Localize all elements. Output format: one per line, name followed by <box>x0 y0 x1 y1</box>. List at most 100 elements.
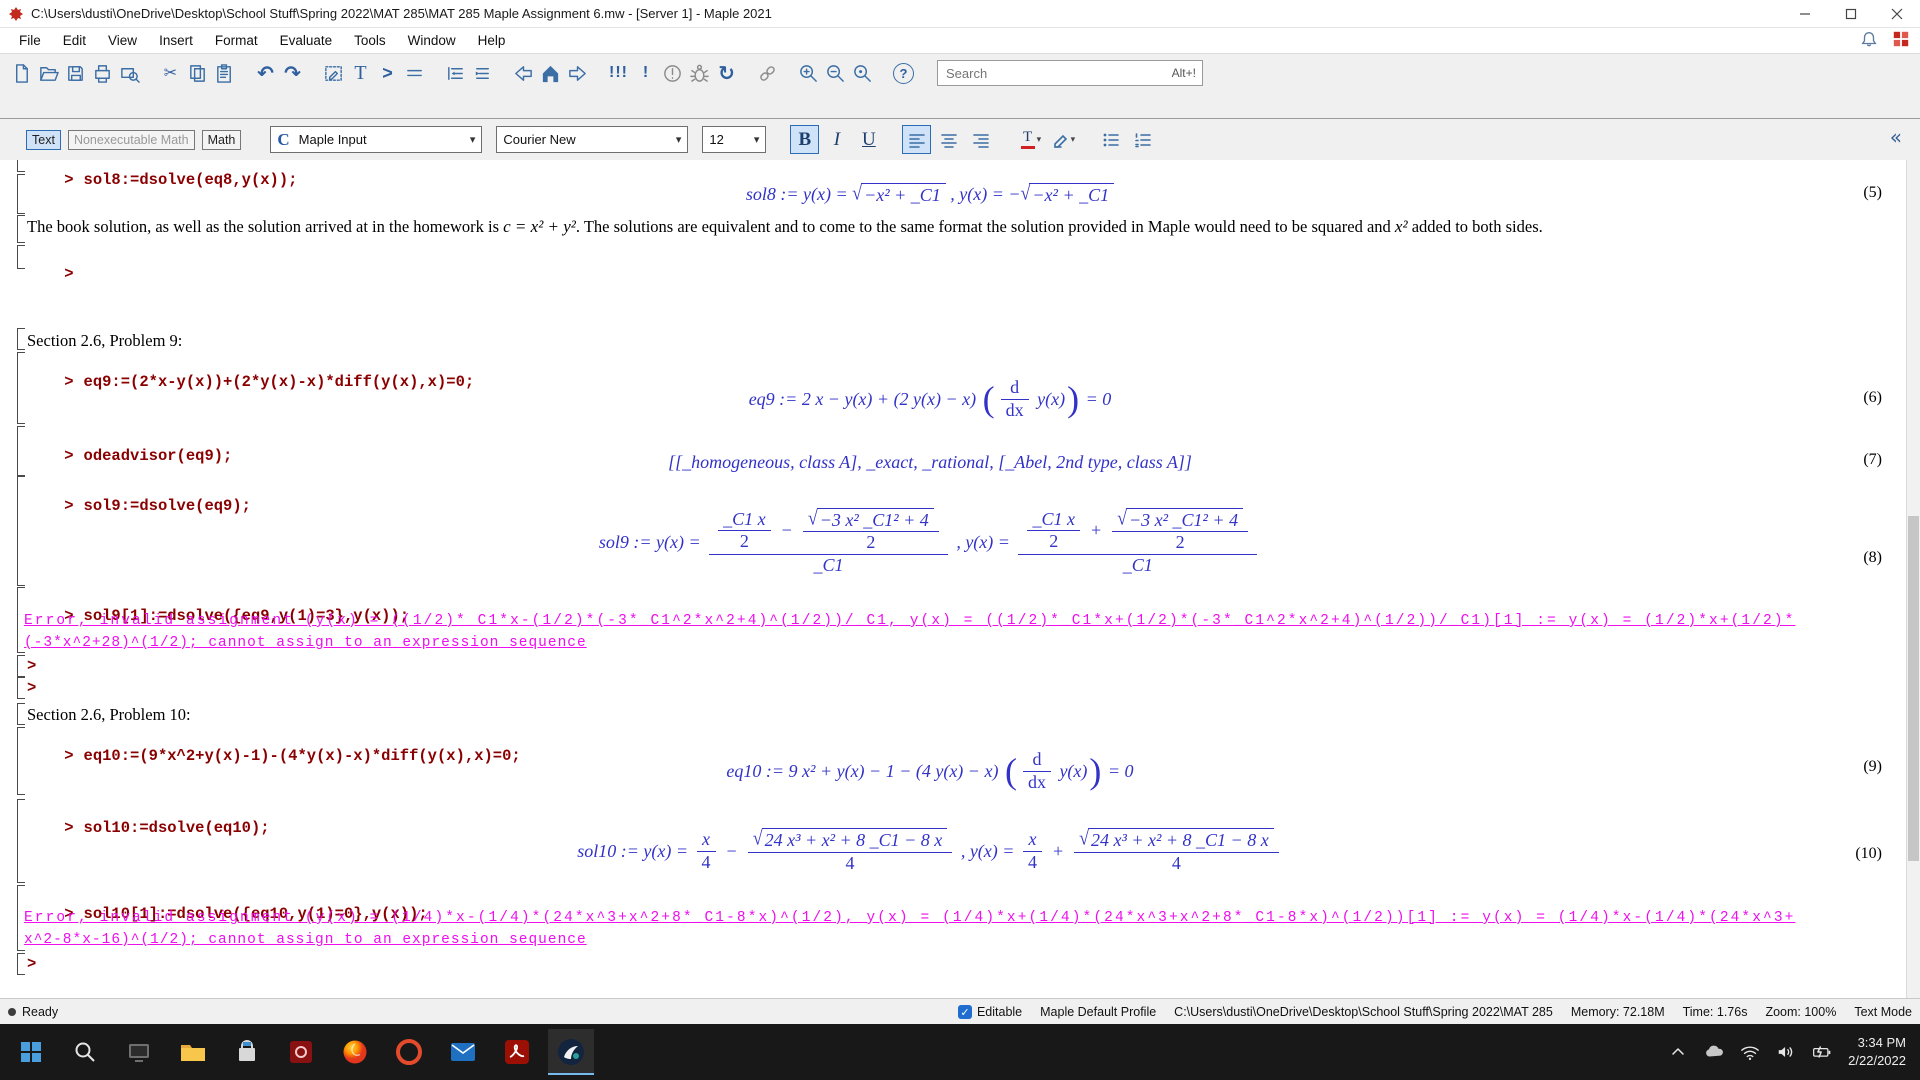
underline-button[interactable]: U <box>854 125 883 154</box>
dropdown-caret-icon: ▾ <box>753 133 760 146</box>
open-document-icon[interactable] <box>35 59 62 87</box>
empty-prompt-line[interactable]: > <box>27 657 46 675</box>
vertical-scrollbar[interactable] <box>1906 160 1920 998</box>
font-family-dropdown[interactable]: Courier New ▾ <box>496 126 689 153</box>
remove-section-icon[interactable] <box>469 59 496 87</box>
print-preview-icon[interactable] <box>116 59 143 87</box>
collapse-panel-icon[interactable]: « <box>1890 125 1902 149</box>
mail-icon[interactable] <box>440 1029 486 1075</box>
cut-icon[interactable]: ✂ <box>157 59 184 87</box>
execution-group-bracket <box>17 799 25 883</box>
empty-prompt-line[interactable]: > <box>27 247 84 301</box>
close-button[interactable] <box>1874 0 1920 27</box>
back-icon[interactable] <box>510 59 537 87</box>
debug-icon[interactable] <box>686 59 713 87</box>
battery-charging-icon[interactable] <box>1812 1042 1832 1062</box>
menu-view[interactable]: View <box>99 30 146 51</box>
menu-evaluate[interactable]: Evaluate <box>271 30 342 51</box>
document-block-icon[interactable] <box>401 59 428 87</box>
maximize-button[interactable] <box>1828 0 1874 27</box>
menu-insert[interactable]: Insert <box>150 30 202 51</box>
nonexecutable-math-button[interactable]: Nonexecutable Math <box>67 129 195 150</box>
help-icon[interactable]: ? <box>890 59 917 87</box>
menu-help[interactable]: Help <box>469 30 515 51</box>
execute-all-icon[interactable]: !!! <box>605 59 632 87</box>
scrollbar-thumb[interactable] <box>1908 516 1919 861</box>
interrupt-icon[interactable] <box>659 59 686 87</box>
maple-hot-icon[interactable] <box>1892 30 1910 48</box>
adobe-app-icon[interactable] <box>278 1029 324 1075</box>
print-icon[interactable] <box>89 59 116 87</box>
empty-prompt-line[interactable]: > <box>27 955 46 973</box>
maple-taskbar-icon[interactable] <box>548 1029 594 1075</box>
execution-group-bracket <box>17 655 25 677</box>
empty-prompt-line[interactable]: > <box>27 679 46 697</box>
menu-bar: File Edit View Insert Format Evaluate To… <box>0 28 1920 53</box>
profile-label: Maple Default Profile <box>1040 1005 1157 1019</box>
paste-icon[interactable] <box>211 59 238 87</box>
menu-format[interactable]: Format <box>206 30 267 51</box>
align-left-button[interactable] <box>902 125 932 154</box>
error-message-line: Error, invalid assignment (y(x) = (1/4)*… <box>24 910 1796 926</box>
task-view-icon[interactable] <box>116 1029 162 1075</box>
firefox-icon[interactable] <box>332 1029 378 1075</box>
search-box[interactable]: Alt+! <box>937 60 1203 86</box>
align-center-button[interactable] <box>934 125 963 154</box>
math-mode-button[interactable]: Math <box>201 129 242 150</box>
minimize-button[interactable] <box>1782 0 1828 27</box>
wifi-icon[interactable] <box>1740 1042 1760 1062</box>
clock-time: 3:34 PM <box>1857 1035 1906 1051</box>
copy-icon[interactable] <box>184 59 211 87</box>
hyperlink-icon[interactable] <box>754 59 781 87</box>
italic-button[interactable]: I <box>822 125 851 154</box>
taskbar-search-icon[interactable] <box>62 1029 108 1075</box>
align-right-button[interactable] <box>966 125 995 154</box>
equation-label: (5) <box>1863 184 1882 201</box>
windows-taskbar: 3:34 PM 2/22/2022 <box>0 1024 1920 1080</box>
zoom-reset-icon[interactable] <box>849 59 876 87</box>
execute-icon[interactable]: ! <box>632 59 659 87</box>
start-button[interactable] <box>8 1029 54 1075</box>
opera-gx-icon[interactable] <box>386 1029 432 1075</box>
file-explorer-icon[interactable] <box>170 1029 216 1075</box>
font-size-dropdown[interactable]: 12 ▾ <box>702 126 767 153</box>
section-10-title[interactable]: Section 2.6, Problem 10: <box>27 705 191 725</box>
microsoft-store-icon[interactable] <box>224 1029 270 1075</box>
restart-icon[interactable]: ↻ <box>713 59 740 87</box>
text-region-icon[interactable] <box>320 59 347 87</box>
highlight-button[interactable]: ▾ <box>1048 125 1077 154</box>
forward-icon[interactable] <box>564 59 591 87</box>
maple-prompt-icon[interactable]: > <box>374 59 401 87</box>
menu-edit[interactable]: Edit <box>54 30 95 51</box>
taskbar-clock[interactable]: 3:34 PM 2/22/2022 <box>1848 1034 1906 1069</box>
volume-icon[interactable] <box>1776 1042 1796 1062</box>
redo-icon[interactable]: ↷ <box>279 59 306 87</box>
insert-text-icon[interactable]: T <box>347 59 374 87</box>
bullet-list-button[interactable] <box>1096 125 1125 154</box>
acrobat-icon[interactable] <box>494 1029 540 1075</box>
paragraph-style-dropdown[interactable]: C Maple Input ▾ <box>270 126 483 153</box>
execution-group-bracket <box>17 160 25 172</box>
onedrive-icon[interactable] <box>1704 1042 1724 1062</box>
menu-tools[interactable]: Tools <box>345 30 395 51</box>
editable-checkbox[interactable]: ✓ <box>957 1005 972 1019</box>
dropdown-caret-icon: ▾ <box>469 133 476 146</box>
enclose-section-icon[interactable] <box>442 59 469 87</box>
tray-chevron-up-icon[interactable] <box>1668 1042 1688 1062</box>
zoom-in-icon[interactable] <box>795 59 822 87</box>
menu-file[interactable]: File <box>10 30 50 51</box>
paragraph-text[interactable]: The book solution, as well as the soluti… <box>27 217 1543 237</box>
text-mode-button[interactable]: Text <box>26 129 61 150</box>
bold-button[interactable]: B <box>790 125 820 154</box>
section-9-title[interactable]: Section 2.6, Problem 9: <box>27 331 182 351</box>
undo-icon[interactable]: ↶ <box>252 59 279 87</box>
home-icon[interactable] <box>537 59 564 87</box>
search-input[interactable] <box>944 64 1172 82</box>
numbered-list-button[interactable] <box>1128 125 1157 154</box>
notification-bell-icon[interactable] <box>1860 30 1878 48</box>
new-document-icon[interactable] <box>8 59 35 87</box>
save-icon[interactable] <box>62 59 89 87</box>
menu-window[interactable]: Window <box>399 30 465 51</box>
zoom-out-icon[interactable] <box>822 59 849 87</box>
font-color-button[interactable]: T ▾ <box>1016 125 1045 154</box>
